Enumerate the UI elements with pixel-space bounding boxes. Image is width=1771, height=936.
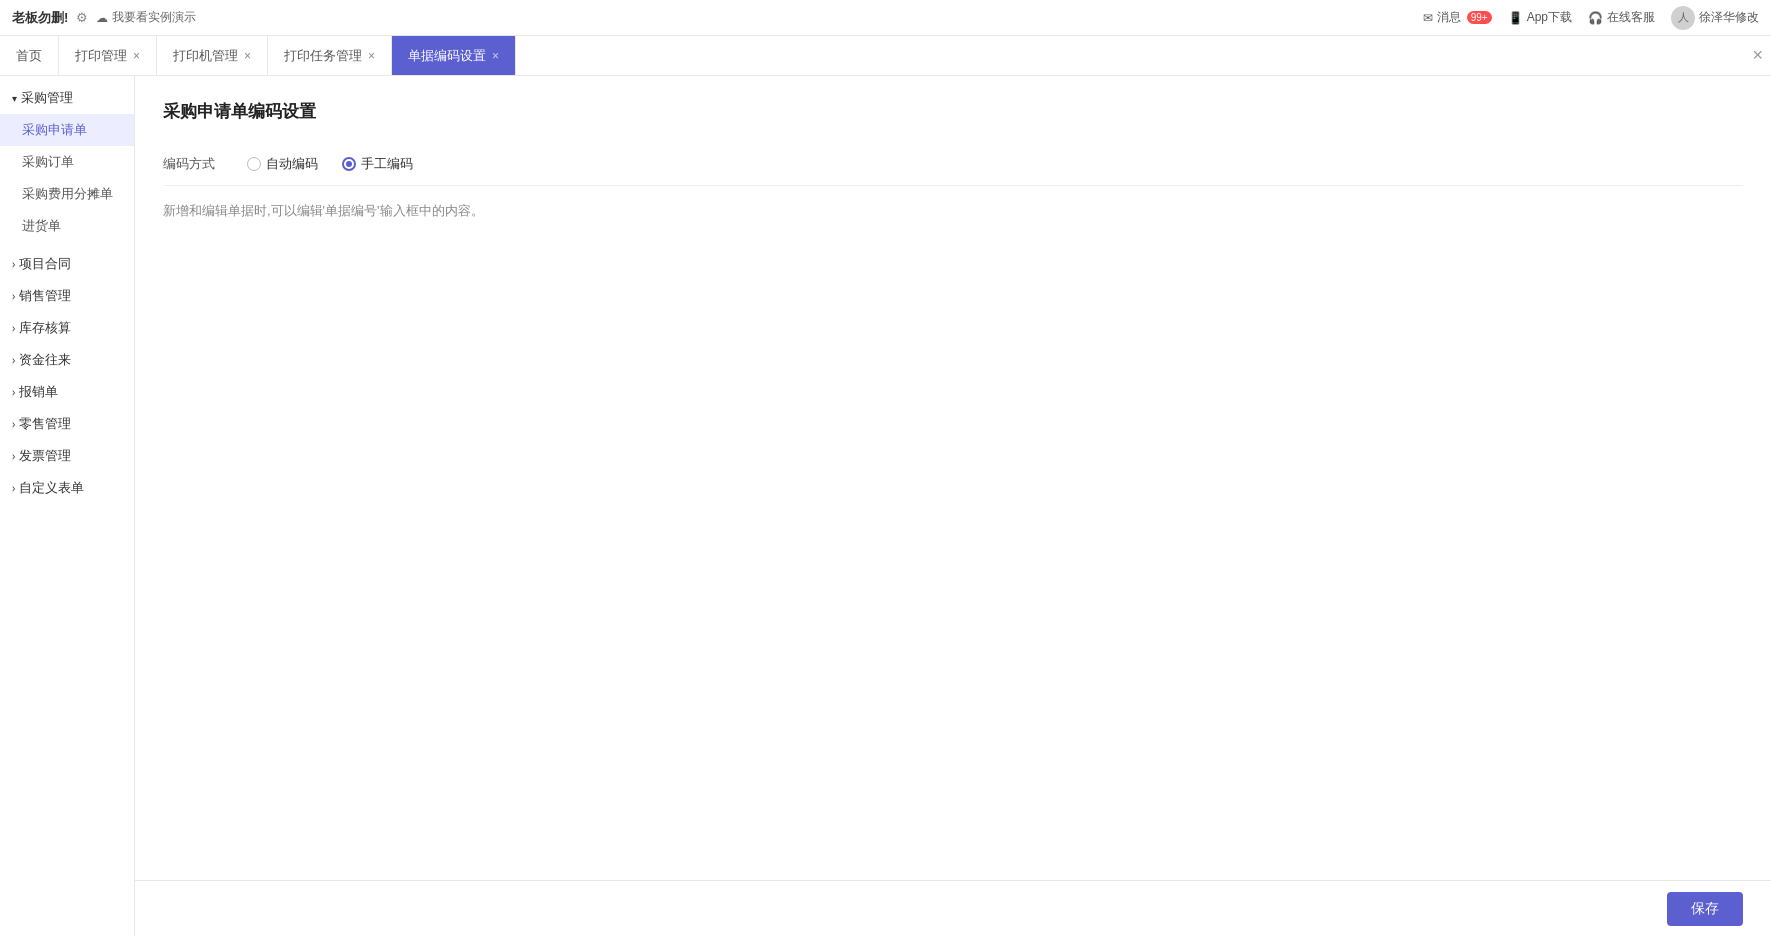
chevron-right-icon-project: › xyxy=(12,259,15,270)
radio-manual-circle[interactable] xyxy=(342,157,356,171)
radio-manual-label: 手工编码 xyxy=(361,155,413,173)
online-service-group[interactable]: 🎧 在线客服 xyxy=(1588,9,1655,26)
sidebar-item-purchase-order-label: 采购订单 xyxy=(22,154,74,169)
hint-text: 新增和编辑单据时,可以编辑'单据编号'输入框中的内容。 xyxy=(163,202,1743,220)
main-layout: ▾ 采购管理 采购申请单 采购订单 采购费用分摊单 进货单 › 项目合同 › 销… xyxy=(0,76,1771,936)
sidebar-group-project-contract[interactable]: › 项目合同 xyxy=(0,248,134,280)
sidebar-group-fund-label: 资金往来 xyxy=(19,351,71,369)
chevron-right-icon-sales: › xyxy=(12,291,15,302)
save-button[interactable]: 保存 xyxy=(1667,892,1743,926)
tab-single-code-label: 单据编码设置 xyxy=(408,47,486,65)
page-title: 采购申请单编码设置 xyxy=(163,100,1743,123)
tab-print-task-mgmt-label: 打印任务管理 xyxy=(284,47,362,65)
tab-bar: 首页 打印管理 × 打印机管理 × 打印任务管理 × 单据编码设置 × × xyxy=(0,36,1771,76)
sidebar-item-stock-in[interactable]: 进货单 xyxy=(0,210,134,242)
brand-label: 老板勿删! xyxy=(12,9,68,27)
message-group[interactable]: ✉ 消息 99+ xyxy=(1423,9,1492,26)
message-badge: 99+ xyxy=(1467,11,1492,24)
sidebar-group-sales-label: 销售管理 xyxy=(19,287,71,305)
sidebar-group-custom-forms[interactable]: › 自定义表单 xyxy=(0,472,134,504)
sidebar-group-purchase-header[interactable]: ▾ 采购管理 xyxy=(0,82,134,114)
app-label: App下载 xyxy=(1527,9,1572,26)
sidebar-group-retail[interactable]: › 零售管理 xyxy=(0,408,134,440)
tab-printer-mgmt-close[interactable]: × xyxy=(244,49,251,63)
cloud-icon: ☁ xyxy=(96,11,108,25)
sidebar-item-stock-in-label: 进货单 xyxy=(22,218,61,233)
user-name: 徐泽华修改 xyxy=(1699,9,1759,26)
sidebar-item-purchase-expense-label: 采购费用分摊单 xyxy=(22,186,113,201)
service-label: 在线客服 xyxy=(1607,9,1655,26)
tab-print-mgmt-label: 打印管理 xyxy=(75,47,127,65)
sidebar-item-purchase-request-label: 采购申请单 xyxy=(22,122,87,137)
chevron-down-icon: ▾ xyxy=(12,93,17,104)
tab-print-mgmt-close[interactable]: × xyxy=(133,49,140,63)
sidebar-group-invoice-label: 发票管理 xyxy=(19,447,71,465)
avatar: 人 xyxy=(1671,6,1695,30)
chevron-right-icon-invoice: › xyxy=(12,451,15,462)
tab-print-task-mgmt-close[interactable]: × xyxy=(368,49,375,63)
tab-print-mgmt[interactable]: 打印管理 × xyxy=(59,36,157,75)
encoding-row: 编码方式 自动编码 手工编码 xyxy=(163,143,1743,186)
top-bar: 老板勿删! ⚙ ☁ 我要看实例演示 ✉ 消息 99+ 📱 App下载 🎧 在线客… xyxy=(0,0,1771,36)
tab-single-code[interactable]: 单据编码设置 × xyxy=(392,36,516,75)
top-bar-right: ✉ 消息 99+ 📱 App下载 🎧 在线客服 人 徐泽华修改 xyxy=(1423,6,1759,30)
app-icon: 📱 xyxy=(1508,11,1523,25)
sidebar-group-invoice[interactable]: › 发票管理 xyxy=(0,440,134,472)
sidebar: ▾ 采购管理 采购申请单 采购订单 采购费用分摊单 进货单 › 项目合同 › 销… xyxy=(0,76,135,936)
radio-manual-option[interactable]: 手工编码 xyxy=(342,155,413,173)
sidebar-group-returns-label: 报销单 xyxy=(19,383,58,401)
content-footer: 保存 xyxy=(135,880,1771,936)
tab-home[interactable]: 首页 xyxy=(0,36,59,75)
tab-printer-mgmt-label: 打印机管理 xyxy=(173,47,238,65)
search-bar[interactable]: ☁ 我要看实例演示 xyxy=(96,9,196,26)
sidebar-item-purchase-order[interactable]: 采购订单 xyxy=(0,146,134,178)
app-download-group[interactable]: 📱 App下载 xyxy=(1508,9,1572,26)
tab-printer-mgmt[interactable]: 打印机管理 × xyxy=(157,36,268,75)
settings-icon[interactable]: ⚙ xyxy=(76,10,88,25)
encoding-label: 编码方式 xyxy=(163,155,223,173)
sidebar-group-custom-label: 自定义表单 xyxy=(19,479,84,497)
radio-auto-circle[interactable] xyxy=(247,157,261,171)
message-label: 消息 xyxy=(1437,9,1461,26)
search-text: 我要看实例演示 xyxy=(112,9,196,26)
chevron-right-icon-returns: › xyxy=(12,387,15,398)
tab-single-code-close[interactable]: × xyxy=(492,49,499,63)
content-inner: 采购申请单编码设置 编码方式 自动编码 手工编码 新增和编辑单据时,可以编辑'单… xyxy=(135,76,1771,880)
top-bar-left: 老板勿删! ⚙ ☁ 我要看实例演示 xyxy=(12,9,196,27)
sidebar-item-purchase-request[interactable]: 采购申请单 xyxy=(0,114,134,146)
tab-print-task-mgmt[interactable]: 打印任务管理 × xyxy=(268,36,392,75)
sidebar-group-retail-label: 零售管理 xyxy=(19,415,71,433)
chevron-right-icon-inventory: › xyxy=(12,323,15,334)
chevron-right-icon-fund: › xyxy=(12,355,15,366)
sidebar-group-sales[interactable]: › 销售管理 xyxy=(0,280,134,312)
sidebar-group-purchase: ▾ 采购管理 采购申请单 采购订单 采购费用分摊单 进货单 xyxy=(0,76,134,248)
sidebar-group-returns[interactable]: › 报销单 xyxy=(0,376,134,408)
sidebar-group-purchase-label: 采购管理 xyxy=(21,89,73,107)
tab-home-label: 首页 xyxy=(16,47,42,65)
radio-auto-option[interactable]: 自动编码 xyxy=(247,155,318,173)
service-icon: 🎧 xyxy=(1588,11,1603,25)
sidebar-group-project-label: 项目合同 xyxy=(19,255,71,273)
sidebar-group-inventory[interactable]: › 库存核算 xyxy=(0,312,134,344)
sidebar-item-purchase-expense[interactable]: 采购费用分摊单 xyxy=(0,178,134,210)
sidebar-group-fund-flow[interactable]: › 资金往来 xyxy=(0,344,134,376)
radio-auto-label: 自动编码 xyxy=(266,155,318,173)
user-group[interactable]: 人 徐泽华修改 xyxy=(1671,6,1759,30)
tab-bar-close-icon[interactable]: × xyxy=(1752,45,1763,66)
sidebar-group-inventory-label: 库存核算 xyxy=(19,319,71,337)
chevron-right-icon-retail: › xyxy=(12,419,15,430)
content-area: 采购申请单编码设置 编码方式 自动编码 手工编码 新增和编辑单据时,可以编辑'单… xyxy=(135,76,1771,936)
chevron-right-icon-custom: › xyxy=(12,483,15,494)
message-icon: ✉ xyxy=(1423,11,1433,25)
